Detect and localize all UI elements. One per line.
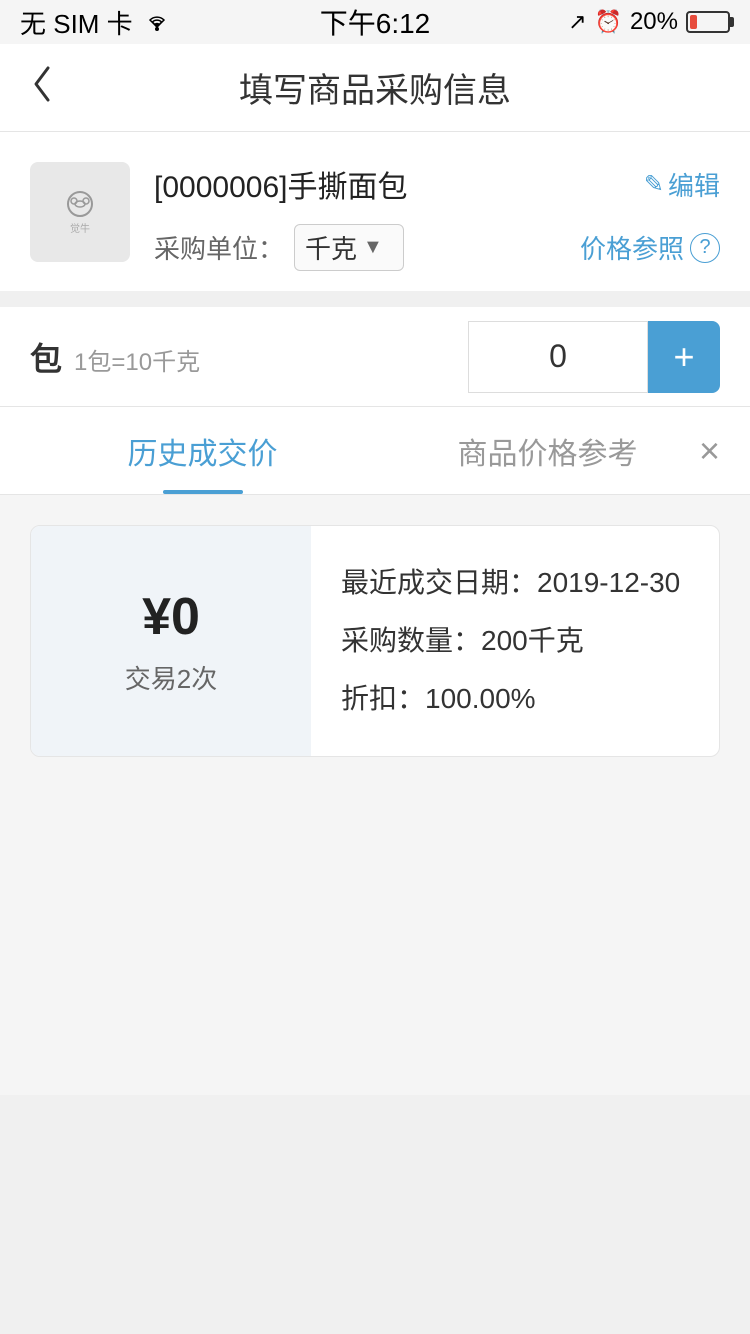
svg-text:觉牛: 觉牛 [70, 222, 90, 235]
quantity-unit: 包 [30, 334, 62, 380]
purchase-unit-label: 采购单位： [154, 229, 284, 266]
status-right: ↗ ⏰ 20% [568, 8, 730, 36]
transaction-card: ¥0 交易2次 最近成交日期：2019-12-30 采购数量：200千克 折扣：… [30, 525, 720, 757]
discount-value: 100.00% [425, 683, 536, 714]
main-content: ¥0 交易2次 最近成交日期：2019-12-30 采购数量：200千克 折扣：… [0, 495, 750, 1095]
dropdown-arrow-icon: ▼ [363, 236, 383, 259]
location-icon: ↗ [568, 9, 586, 35]
nav-bar: 填写商品采购信息 [0, 44, 750, 132]
quantity-controls: 0 + [468, 321, 720, 393]
product-image: 觉牛 [30, 162, 130, 262]
transaction-right-panel: 最近成交日期：2019-12-30 采购数量：200千克 折扣：100.00% [311, 526, 719, 756]
carrier-label: 无 SIM 卡 [20, 4, 133, 41]
recent-date-label: 最近成交日期： [341, 567, 537, 598]
product-name-row: [0000006]手撕面包 ✎ 编辑 [154, 162, 720, 206]
recent-date-row: 最近成交日期：2019-12-30 [341, 562, 689, 604]
product-card: 觉牛 [0000006]手撕面包 ✎ 编辑 采购单位： 千克 ▼ 价格参照 ? [0, 132, 750, 291]
wifi-icon [143, 7, 171, 38]
back-button[interactable] [30, 54, 64, 121]
quantity-row: 包 1包=10千克 0 + [0, 307, 750, 407]
transaction-count: 交易2次 [125, 659, 217, 696]
status-left: 无 SIM 卡 [20, 4, 171, 41]
edit-icon: ✎ [644, 170, 664, 199]
question-icon: ? [690, 233, 720, 263]
tab-history-price[interactable]: 历史成交价 [30, 407, 375, 494]
status-time: 下午6:12 [320, 2, 431, 42]
battery-icon [686, 11, 730, 33]
status-bar: 无 SIM 卡 下午6:12 ↗ ⏰ 20% [0, 0, 750, 44]
tab-price-ref-label: 商品价格参考 [458, 429, 638, 473]
price-symbol: ¥ [142, 588, 171, 646]
price-ref-label: 价格参照 [580, 229, 684, 266]
unit-select[interactable]: 千克 ▼ [294, 224, 404, 271]
tab-product-price-ref[interactable]: 商品价格参考 [375, 407, 720, 494]
quantity-detail-value: 200千克 [481, 625, 584, 656]
price-value: 0 [171, 588, 200, 646]
discount-row: 折扣：100.00% [341, 678, 689, 720]
product-info: [0000006]手撕面包 ✎ 编辑 采购单位： 千克 ▼ 价格参照 ? [154, 162, 720, 271]
purchase-unit-row: 采购单位： 千克 ▼ 价格参照 ? [154, 224, 720, 271]
quantity-left: 包 1包=10千克 [30, 334, 200, 380]
quantity-value: 0 [549, 338, 567, 375]
discount-label: 折扣： [341, 683, 425, 714]
alarm-icon: ⏰ [595, 9, 622, 35]
tab-history-label: 历史成交价 [128, 429, 278, 473]
edit-button[interactable]: ✎ 编辑 [644, 166, 720, 203]
close-button[interactable]: × [699, 433, 720, 469]
recent-date-value: 2019-12-30 [537, 567, 680, 598]
product-name: [0000006]手撕面包 [154, 162, 407, 206]
unit-value: 千克 [305, 229, 357, 266]
transaction-left-panel: ¥0 交易2次 [31, 526, 311, 756]
quantity-plus-button[interactable]: + [648, 321, 720, 393]
tabs-container: 历史成交价 商品价格参考 × [0, 407, 750, 495]
quantity-conversion: 1包=10千克 [74, 342, 200, 377]
transaction-price: ¥0 [142, 586, 200, 648]
plus-icon: + [673, 336, 694, 378]
battery-percent: 20% [630, 8, 678, 36]
edit-label: 编辑 [668, 166, 720, 203]
quantity-detail-row: 采购数量：200千克 [341, 620, 689, 662]
tab-active-indicator [163, 490, 243, 494]
price-ref-button[interactable]: 价格参照 ? [580, 229, 720, 266]
page-title: 填写商品采购信息 [239, 63, 511, 112]
unit-selector-group: 采购单位： 千克 ▼ [154, 224, 404, 271]
quantity-detail-label: 采购数量： [341, 625, 481, 656]
section-divider [0, 291, 750, 307]
quantity-input[interactable]: 0 [468, 321, 648, 393]
